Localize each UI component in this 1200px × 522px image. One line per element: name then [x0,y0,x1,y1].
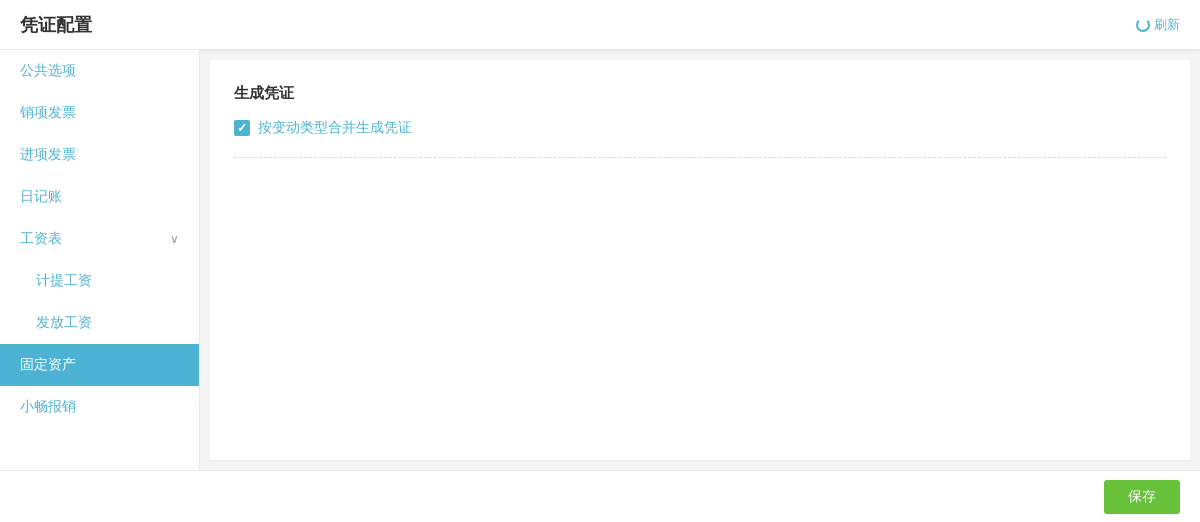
sidebar-item-label: 固定资产 [20,356,76,374]
sidebar-item-payroll-commission[interactable]: 计提工资 [0,260,199,302]
page-wrapper: 凭证配置 刷新 公共选项销项发票进项发票日记账工资表 ∨ 计提工资发放工资固定资产小… [0,0,1200,522]
merge-voucher-checkbox[interactable] [234,120,250,136]
sidebar-item-journal[interactable]: 日记账 [0,176,199,218]
save-button[interactable]: 保存 [1104,480,1180,514]
footer: 保存 [0,470,1200,522]
sidebar-item-fixed-assets[interactable]: 固定资产 [0,344,199,386]
sidebar-item-public-options[interactable]: 公共选项 [0,50,199,92]
sidebar-item-label: 计提工资 [36,272,92,290]
section-divider [234,157,1166,158]
checkbox-row: 按变动类型合并生成凭证 [234,119,1166,137]
main-content: 生成凭证 按变动类型合并生成凭证 [210,60,1190,460]
body: 公共选项销项发票进项发票日记账工资表 ∨ 计提工资发放工资固定资产小畅报销 生成凭证… [0,50,1200,470]
sidebar-item-label: 销项发票 [20,104,76,122]
sidebar-item-sales-invoice[interactable]: 销项发票 [0,92,199,134]
checkbox-label: 按变动类型合并生成凭证 [258,119,412,137]
sidebar-item-expense-reimbursement[interactable]: 小畅报销 [0,386,199,428]
refresh-icon [1136,18,1150,32]
sidebar-item-label: 公共选项 [20,62,76,80]
sidebar-item-payroll-release[interactable]: 发放工资 [0,302,199,344]
sidebar-item-label: 进项发票 [20,146,76,164]
page-title: 凭证配置 [20,13,92,37]
sidebar-item-payroll-table[interactable]: 工资表 ∨ [0,218,199,260]
refresh-button[interactable]: 刷新 [1136,16,1180,34]
sidebar-item-label: 发放工资 [36,314,92,332]
chevron-down-icon: ∨ [170,232,179,246]
sidebar-item-label: 工资表 [20,230,62,248]
section-title: 生成凭证 [234,84,1166,103]
header: 凭证配置 刷新 [0,0,1200,50]
sidebar: 公共选项销项发票进项发票日记账工资表 ∨ 计提工资发放工资固定资产小畅报销 [0,50,200,470]
sidebar-item-label: 日记账 [20,188,62,206]
refresh-label: 刷新 [1154,16,1180,34]
sidebar-item-purchase-invoice[interactable]: 进项发票 [0,134,199,176]
sidebar-item-label: 小畅报销 [20,398,76,416]
